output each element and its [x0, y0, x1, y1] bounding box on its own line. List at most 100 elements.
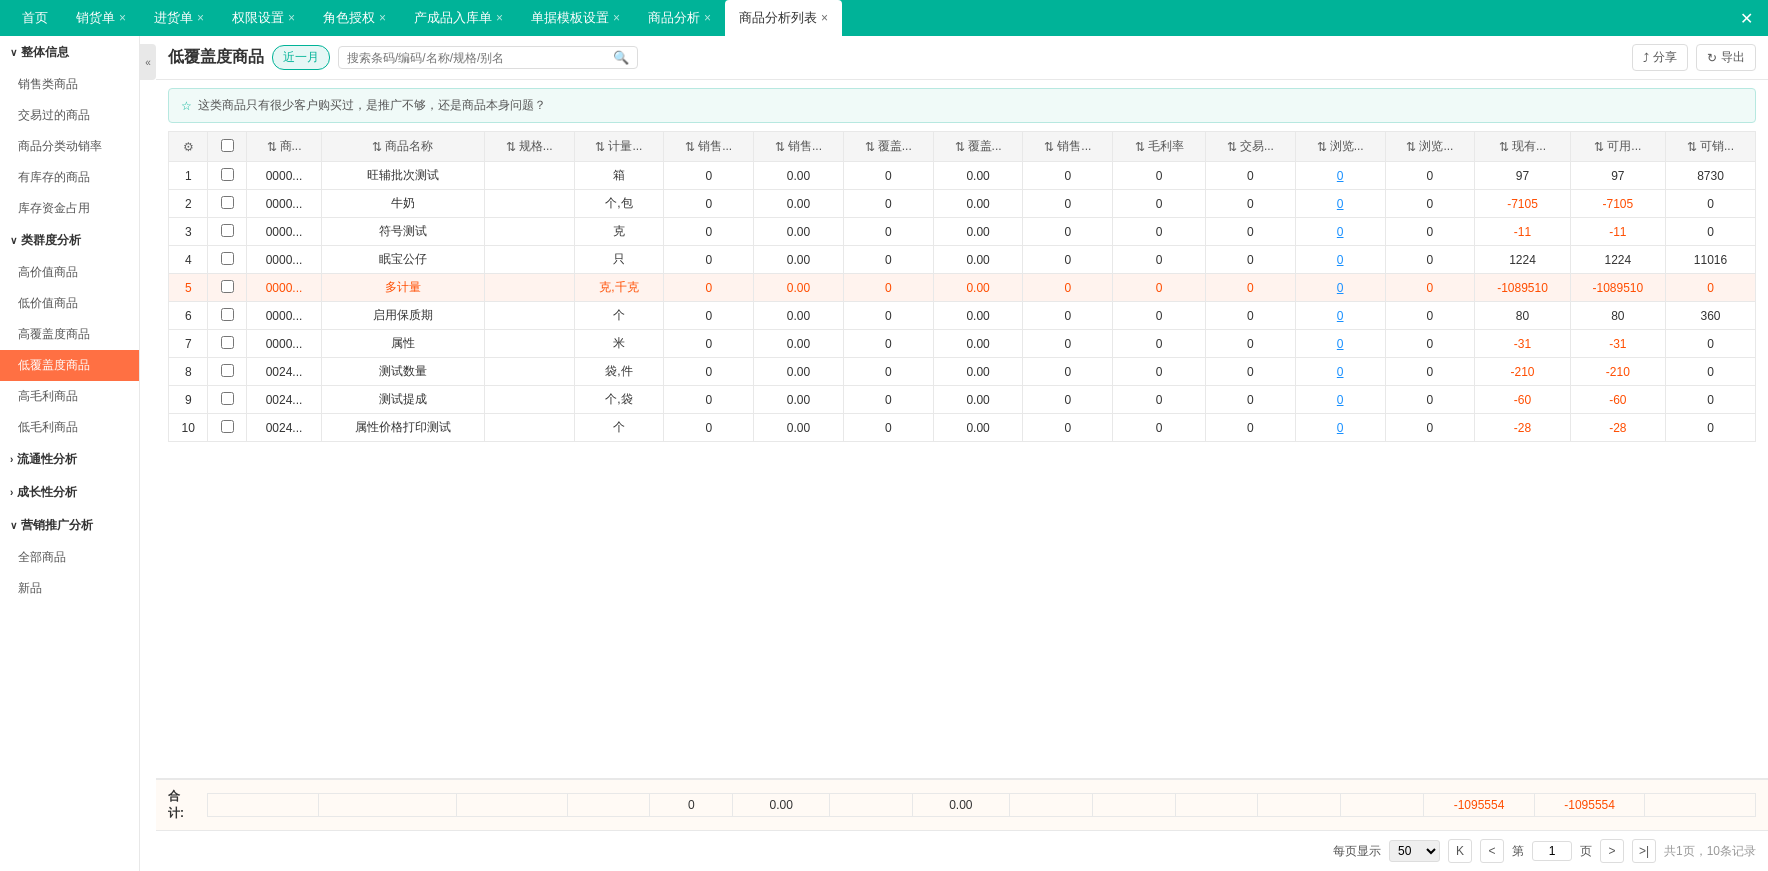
col-sort-browse1[interactable]: ⇅ 浏览... [1317, 138, 1364, 155]
cell-checkbox[interactable] [208, 386, 247, 414]
browse-link[interactable]: 0 [1337, 309, 1344, 323]
col-sort-current[interactable]: ⇅ 现有... [1499, 138, 1546, 155]
cell-browse1[interactable]: 0 [1295, 246, 1385, 274]
cell-checkbox[interactable] [208, 218, 247, 246]
col-sort-gross_rate[interactable]: ⇅ 毛利率 [1135, 138, 1184, 155]
current-page-input[interactable] [1532, 841, 1572, 861]
cell-browse1[interactable]: 0 [1295, 274, 1385, 302]
last-page-btn[interactable]: >| [1632, 839, 1656, 863]
cell-checkbox[interactable] [208, 190, 247, 218]
sidebar-item-高覆盖度商品[interactable]: 高覆盖度商品 [0, 319, 139, 350]
cell-checkbox[interactable] [208, 330, 247, 358]
row-checkbox[interactable] [221, 420, 234, 433]
browse-link[interactable]: 0 [1337, 393, 1344, 407]
col-header-checkbox[interactable] [208, 132, 247, 162]
nav-close-icon[interactable]: × [197, 11, 204, 25]
cell-browse1[interactable]: 0 [1295, 190, 1385, 218]
cell-browse1[interactable]: 0 [1295, 414, 1385, 442]
sidebar-section-成长性分析[interactable]: ›成长性分析 [0, 476, 139, 509]
nav-close-icon[interactable]: × [119, 11, 126, 25]
browse-link[interactable]: 0 [1337, 421, 1344, 435]
nav-close-icon[interactable]: × [613, 11, 620, 25]
col-sort-sales3[interactable]: ⇅ 销售... [1044, 138, 1091, 155]
sidebar-item-商品分类动销率[interactable]: 商品分类动销率 [0, 131, 139, 162]
row-checkbox[interactable] [221, 252, 234, 265]
search-input[interactable] [347, 51, 613, 65]
sidebar-item-新品[interactable]: 新品 [0, 573, 139, 604]
cell-browse1[interactable]: 0 [1295, 386, 1385, 414]
browse-link[interactable]: 0 [1337, 337, 1344, 351]
nav-item-角色授权[interactable]: 角色授权 × [309, 0, 400, 36]
nav-close-icon[interactable]: × [288, 11, 295, 25]
sidebar-item-低价值商品[interactable]: 低价值商品 [0, 288, 139, 319]
nav-close-icon[interactable]: × [821, 11, 828, 25]
nav-item-销货单[interactable]: 销货单 × [62, 0, 140, 36]
col-sort-trans[interactable]: ⇅ 交易... [1227, 138, 1274, 155]
nav-item-单据模板设置[interactable]: 单据模板设置 × [517, 0, 634, 36]
nav-item-产成品入库单[interactable]: 产成品入库单 × [400, 0, 517, 36]
sidebar-item-全部商品[interactable]: 全部商品 [0, 542, 139, 573]
sidebar-section-营销推广分析[interactable]: ∨营销推广分析 [0, 509, 139, 542]
settings-icon[interactable]: ⚙ [183, 140, 194, 154]
cell-checkbox[interactable] [208, 246, 247, 274]
export-btn[interactable]: ↻ 导出 [1696, 44, 1756, 71]
nav-item-首页[interactable]: 首页 [8, 0, 62, 36]
cell-checkbox[interactable] [208, 162, 247, 190]
cell-browse1[interactable]: 0 [1295, 330, 1385, 358]
nav-item-权限设置[interactable]: 权限设置 × [218, 0, 309, 36]
select-all-checkbox[interactable] [221, 139, 234, 152]
col-sort-coverage1[interactable]: ⇅ 覆盖... [865, 138, 912, 155]
row-checkbox[interactable] [221, 168, 234, 181]
col-sort-coverage2[interactable]: ⇅ 覆盖... [955, 138, 1002, 155]
window-close-btn[interactable]: ✕ [1732, 4, 1760, 32]
row-checkbox[interactable] [221, 392, 234, 405]
cell-browse1[interactable]: 0 [1295, 302, 1385, 330]
row-checkbox[interactable] [221, 224, 234, 237]
col-header-settings[interactable]: ⚙ [169, 132, 208, 162]
row-checkbox[interactable] [221, 308, 234, 321]
cell-checkbox[interactable] [208, 302, 247, 330]
cell-browse1[interactable]: 0 [1295, 218, 1385, 246]
next-page-btn[interactable]: > [1600, 839, 1624, 863]
browse-link[interactable]: 0 [1337, 253, 1344, 267]
sidebar-item-低毛利商品[interactable]: 低毛利商品 [0, 412, 139, 443]
nav-item-商品分析列表[interactable]: 商品分析列表 × [725, 0, 842, 36]
sidebar-item-库存资金占用[interactable]: 库存资金占用 [0, 193, 139, 224]
cell-checkbox[interactable] [208, 358, 247, 386]
cell-checkbox[interactable] [208, 414, 247, 442]
nav-item-商品分析[interactable]: 商品分析 × [634, 0, 725, 36]
col-sort-code[interactable]: ⇅ 商... [267, 138, 302, 155]
first-page-btn[interactable]: K [1448, 839, 1472, 863]
sidebar-item-低覆盖度商品[interactable]: 低覆盖度商品 [0, 350, 139, 381]
browse-link[interactable]: 0 [1337, 169, 1344, 183]
browse-link[interactable]: 0 [1337, 225, 1344, 239]
sidebar-item-高毛利商品[interactable]: 高毛利商品 [0, 381, 139, 412]
row-checkbox[interactable] [221, 280, 234, 293]
nav-close-icon[interactable]: × [379, 11, 386, 25]
row-checkbox[interactable] [221, 336, 234, 349]
cell-browse1[interactable]: 0 [1295, 358, 1385, 386]
col-sort-browse2[interactable]: ⇅ 浏览... [1406, 138, 1453, 155]
sidebar-item-有库存的商品[interactable]: 有库存的商品 [0, 162, 139, 193]
cell-checkbox[interactable] [208, 274, 247, 302]
filter-month-btn[interactable]: 近一月 [272, 45, 330, 70]
col-sort-sales_amt[interactable]: ⇅ 销售... [775, 138, 822, 155]
per-page-select[interactable]: 50 20 100 [1389, 840, 1440, 862]
col-sort-sales_qty[interactable]: ⇅ 销售... [685, 138, 732, 155]
col-sort-unit[interactable]: ⇅ 计量... [595, 138, 642, 155]
sidebar-collapse-btn[interactable]: « [140, 44, 156, 80]
sidebar-item-高价值商品[interactable]: 高价值商品 [0, 257, 139, 288]
nav-close-icon[interactable]: × [704, 11, 711, 25]
col-sort-spec[interactable]: ⇅ 规格... [506, 138, 553, 155]
prev-page-btn[interactable]: < [1480, 839, 1504, 863]
sidebar-section-整体信息[interactable]: ∨整体信息 [0, 36, 139, 69]
row-checkbox[interactable] [221, 364, 234, 377]
row-checkbox[interactable] [221, 196, 234, 209]
cell-browse1[interactable]: 0 [1295, 162, 1385, 190]
sidebar-section-流通性分析[interactable]: ›流通性分析 [0, 443, 139, 476]
col-sort-saleable[interactable]: ⇅ 可销... [1687, 138, 1734, 155]
nav-item-进货单[interactable]: 进货单 × [140, 0, 218, 36]
share-btn[interactable]: ⤴ 分享 [1632, 44, 1688, 71]
browse-link[interactable]: 0 [1337, 281, 1344, 295]
col-sort-name[interactable]: ⇅ 商品名称 [372, 138, 433, 155]
